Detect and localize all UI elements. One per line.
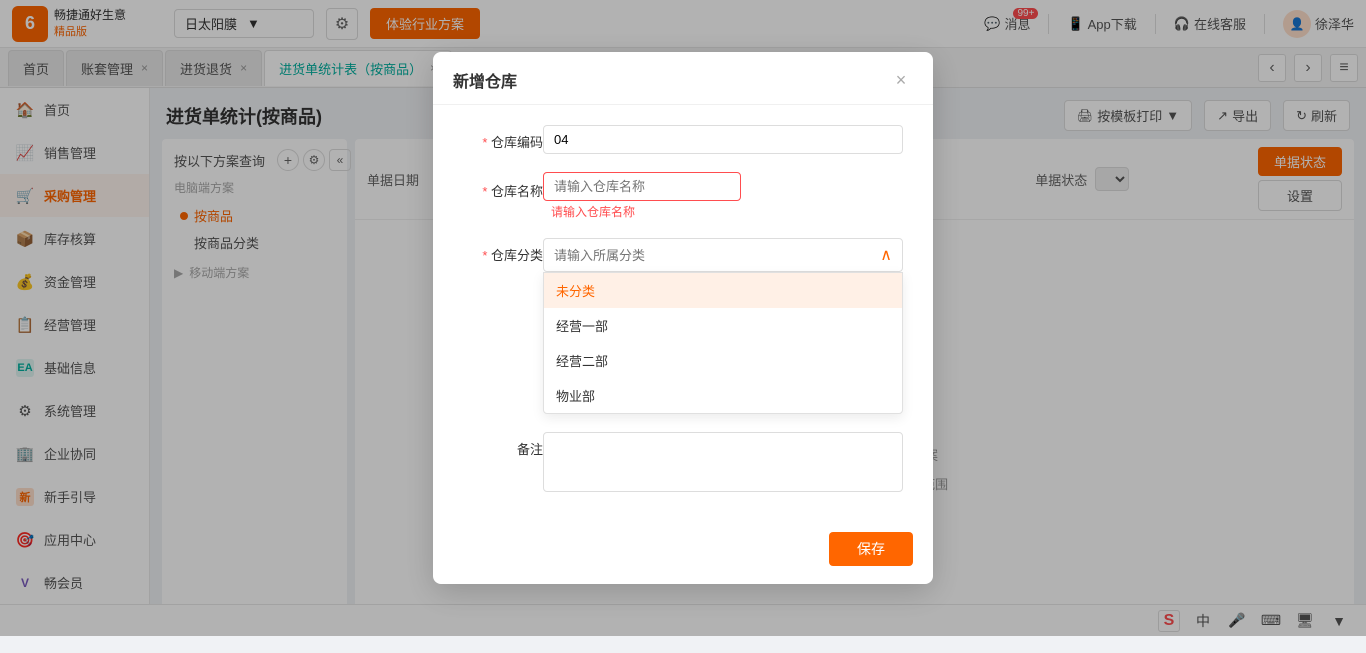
name-input-wrap — [543, 172, 741, 201]
add-warehouse-dialog: 新增仓库 × 仓库编码 仓库名称 请输入仓库名称 — [433, 52, 933, 584]
category-dropdown-list: 未分类 经营一部 经营二部 物业部 — [543, 272, 903, 414]
warehouse-name-row: 仓库名称 请输入仓库名称 — [463, 172, 903, 220]
dialog-header: 新增仓库 × — [433, 52, 933, 105]
category-input-wrap: ∧ 未分类 经营一部 经营二部 物业部 — [543, 238, 903, 272]
dropdown-chevron-icon[interactable]: ∧ — [880, 245, 892, 265]
modal-overlay[interactable]: 新增仓库 × 仓库编码 仓库名称 请输入仓库名称 — [0, 0, 1366, 636]
dialog-body: 仓库编码 仓库名称 请输入仓库名称 仓库分类 — [433, 105, 933, 520]
dialog-close-button[interactable]: × — [889, 68, 913, 92]
dropdown-option-property[interactable]: 物业部 — [544, 378, 902, 413]
name-error-msg: 请输入仓库名称 — [551, 205, 635, 219]
note-row: 备注 — [463, 432, 903, 492]
dropdown-option-unclassified[interactable]: 未分类 — [544, 273, 902, 308]
note-label: 备注 — [463, 432, 543, 458]
category-label: 仓库分类 — [463, 238, 543, 264]
warehouse-category-row: 仓库分类 ∧ 未分类 经营一部 经营二部 物业部 — [463, 238, 903, 272]
code-input-wrap — [543, 125, 903, 154]
name-label: 仓库名称 — [463, 174, 543, 200]
code-label: 仓库编码 — [463, 125, 543, 151]
code-input[interactable] — [543, 125, 903, 154]
category-input[interactable] — [554, 248, 880, 263]
dialog-footer: 保存 — [433, 520, 933, 584]
dropdown-option-dept1[interactable]: 经营一部 — [544, 308, 902, 343]
note-textarea[interactable] — [543, 432, 903, 492]
dropdown-option-dept2[interactable]: 经营二部 — [544, 343, 902, 378]
name-input[interactable] — [543, 172, 741, 201]
dialog-title: 新增仓库 — [453, 68, 517, 92]
save-button[interactable]: 保存 — [829, 532, 913, 566]
category-dropdown[interactable]: ∧ — [543, 238, 903, 272]
warehouse-code-row: 仓库编码 — [463, 125, 903, 154]
